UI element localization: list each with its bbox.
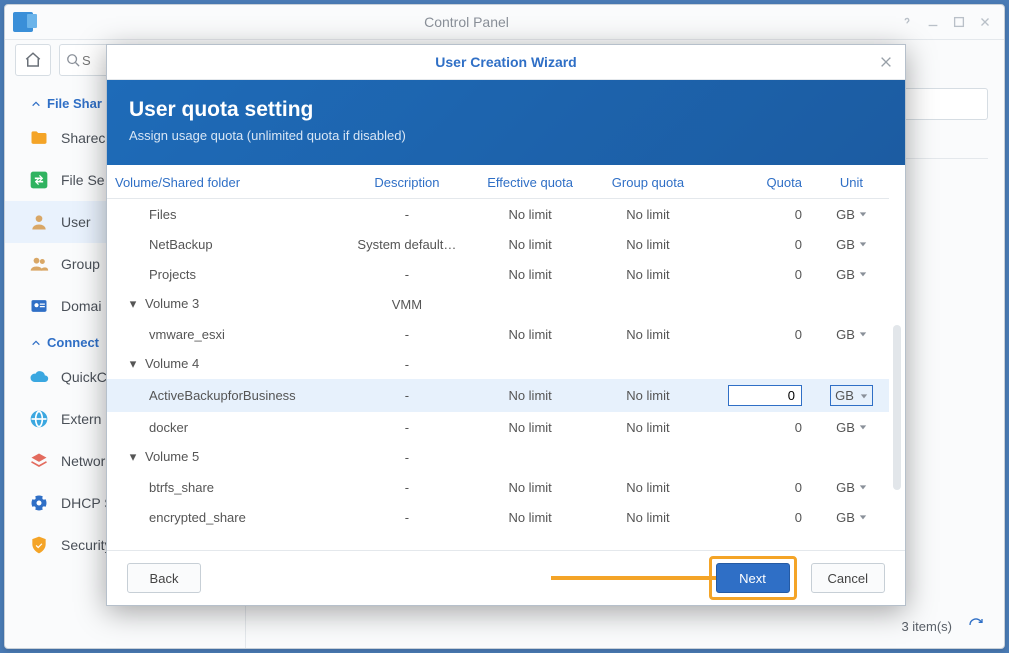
cancel-button[interactable]: Cancel: [811, 563, 885, 593]
sidebar-section-label: File Shar: [47, 96, 102, 111]
quota-input[interactable]: [728, 385, 802, 406]
table-row[interactable]: ActiveBackupforBusiness-No limitNo limit…: [107, 379, 889, 412]
sidebar-item-label: Security: [61, 537, 112, 553]
collapse-toggle[interactable]: ▾: [127, 296, 139, 312]
card-icon: [29, 296, 49, 316]
unit-select[interactable]: GB: [836, 480, 867, 495]
table-row[interactable]: Projects-No limitNo limit0GB: [107, 259, 889, 289]
unit-select[interactable]: GB: [830, 385, 873, 406]
modal-close-button[interactable]: [875, 51, 897, 73]
sidebar-item-label: Group: [61, 256, 100, 272]
scrollbar[interactable]: [889, 165, 905, 550]
maximize-button[interactable]: [948, 11, 970, 33]
unit-select[interactable]: GB: [836, 237, 867, 252]
cloud-icon: [29, 367, 49, 387]
table-row[interactable]: docker-No limitNo limit0GB: [107, 412, 889, 442]
sidebar-item-label: QuickC: [61, 369, 107, 385]
dhcp-icon: [29, 493, 49, 513]
col-quota[interactable]: Quota: [707, 165, 814, 199]
titlebar: Control Panel: [5, 5, 1004, 40]
table-row[interactable]: ▾Volume 4-: [107, 349, 889, 379]
chevron-up-icon: [31, 338, 41, 348]
unit-select[interactable]: GB: [836, 207, 867, 222]
sidebar-item-label: User: [61, 214, 91, 230]
search-icon: [66, 53, 80, 67]
sidebar-item-label: Extern: [61, 411, 101, 427]
table-row[interactable]: Files-No limitNo limit0GB: [107, 199, 889, 230]
app-icon: [13, 12, 33, 32]
col-description[interactable]: Description: [343, 165, 472, 199]
globe-icon: [29, 409, 49, 429]
next-button[interactable]: Next: [716, 563, 790, 593]
table-row[interactable]: vmware_esxi-No limitNo limit0GB: [107, 319, 889, 349]
swap-icon: [29, 170, 49, 190]
unit-select[interactable]: GB: [836, 327, 867, 342]
sidebar-item-label: File Se: [61, 172, 105, 188]
sidebar-item-label: Sharec: [61, 130, 105, 146]
sidebar-item-label: Domai: [61, 298, 101, 314]
modal-title: User Creation Wizard: [435, 54, 576, 70]
col-effective-quota[interactable]: Effective quota: [471, 165, 589, 199]
table-row[interactable]: encrypted_share-No limitNo limit0GB: [107, 502, 889, 532]
col-group-quota[interactable]: Group quota: [589, 165, 707, 199]
unit-select[interactable]: GB: [836, 510, 867, 525]
help-button[interactable]: [896, 11, 918, 33]
collapse-toggle[interactable]: ▾: [127, 356, 139, 372]
modal-button-row: Back Next Cancel: [107, 550, 905, 605]
col-volume[interactable]: Volume/Shared folder: [107, 165, 343, 199]
modal-banner: User quota setting Assign usage quota (u…: [107, 80, 905, 165]
network-icon: [29, 451, 49, 471]
collapse-toggle[interactable]: ▾: [127, 449, 139, 465]
col-unit[interactable]: Unit: [814, 165, 889, 199]
quota-table: Volume/Shared folder Description Effecti…: [107, 165, 889, 550]
window-title: Control Panel: [41, 14, 892, 30]
back-button[interactable]: Back: [127, 563, 201, 593]
table-row[interactable]: btrfs_share-No limitNo limit0GB: [107, 472, 889, 502]
table-row[interactable]: NetBackupSystem default…No limitNo limit…: [107, 229, 889, 259]
sidebar-section-label: Connect: [47, 335, 99, 350]
user-icon: [29, 212, 49, 232]
sidebar-item-label: Networ: [61, 453, 105, 469]
unit-select[interactable]: GB: [836, 267, 867, 282]
shield-icon: [29, 535, 49, 555]
unit-select[interactable]: GB: [836, 420, 867, 435]
close-button[interactable]: [974, 11, 996, 33]
item-count: 3 item(s): [901, 619, 952, 634]
home-button[interactable]: [15, 44, 51, 76]
table-row[interactable]: ▾Volume 3VMM: [107, 289, 889, 319]
modal-titlebar: User Creation Wizard: [107, 45, 905, 80]
table-row[interactable]: ▾Volume 5-: [107, 442, 889, 472]
minimize-button[interactable]: [922, 11, 944, 33]
next-highlight: Next: [709, 556, 797, 600]
refresh-button[interactable]: [968, 617, 984, 636]
user-creation-wizard-modal: User Creation Wizard User quota setting …: [106, 44, 906, 606]
chevron-up-icon: [31, 99, 41, 109]
modal-heading: User quota setting: [129, 98, 883, 122]
folder-icon: [29, 128, 49, 148]
group-icon: [29, 254, 49, 274]
modal-subheading: Assign usage quota (unlimited quota if d…: [129, 128, 883, 143]
